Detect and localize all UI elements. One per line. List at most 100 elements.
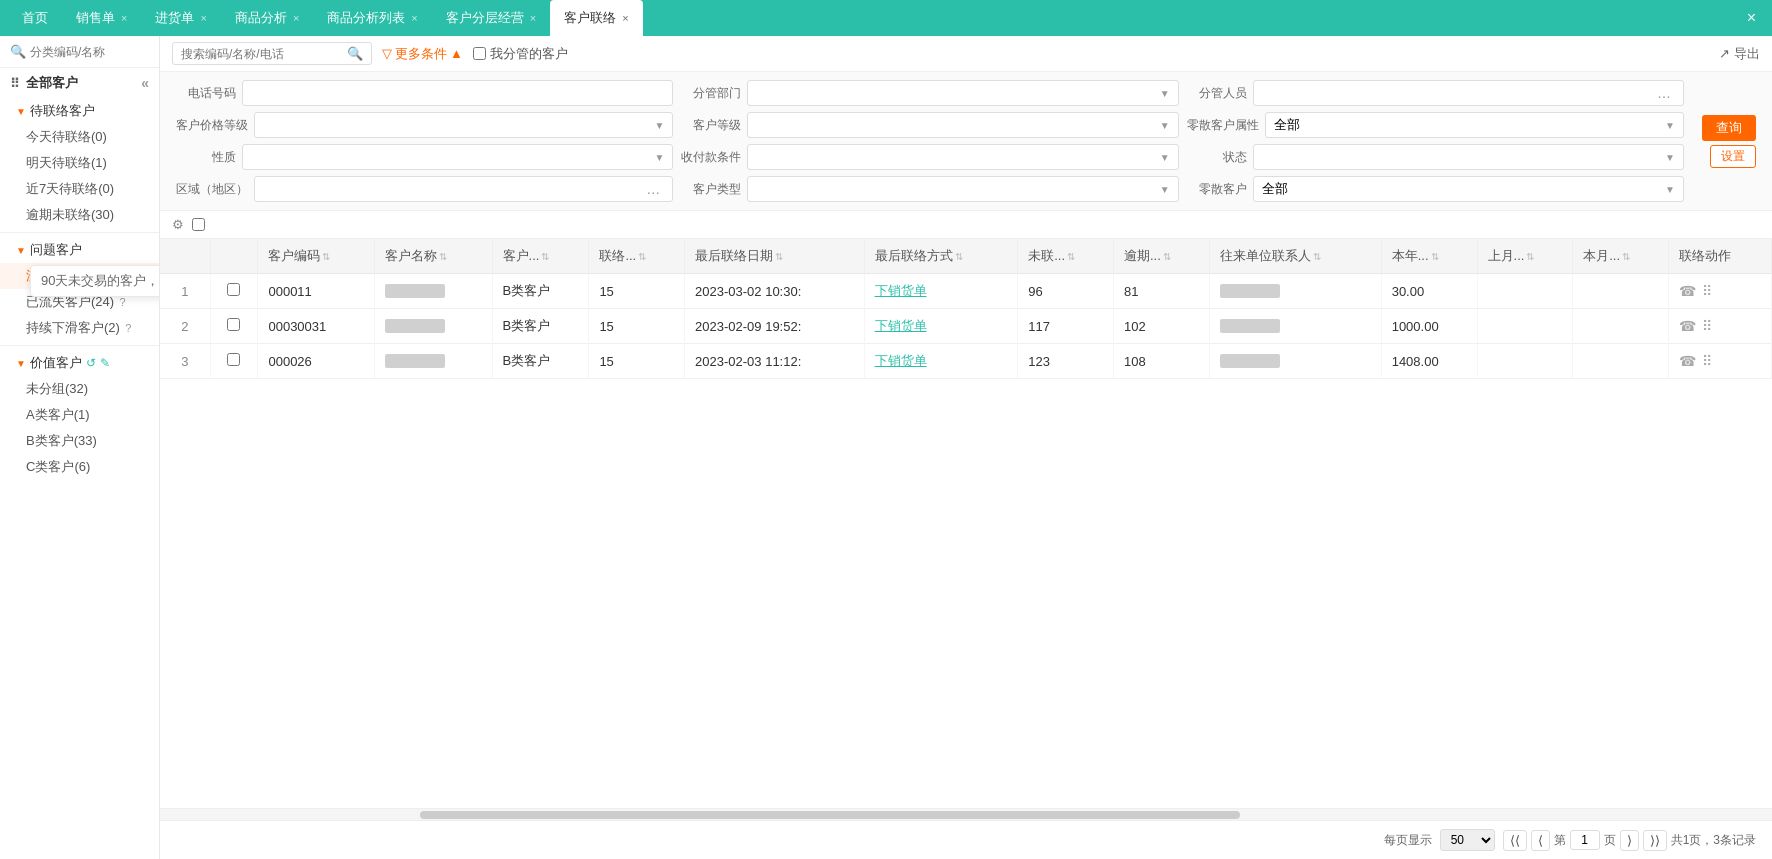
row-checkbox-0[interactable] xyxy=(227,283,240,296)
th-liaison[interactable]: 往来单位联系人⇅ xyxy=(1209,239,1381,274)
select-all-checkbox[interactable] xyxy=(192,218,205,231)
filter-region-select[interactable]: … xyxy=(254,176,673,202)
per-page-select[interactable]: 50 100 200 xyxy=(1440,829,1495,851)
filter-dept-select[interactable]: ▼ xyxy=(747,80,1178,106)
sidebar-item-overdue[interactable]: 逾期未联络(30) xyxy=(0,202,159,228)
prev-page-button[interactable]: ⟨ xyxy=(1531,830,1550,851)
close-customer-segment-tab-icon[interactable]: × xyxy=(530,12,536,24)
tab-analysis-list[interactable]: 商品分析列表 × xyxy=(313,0,431,36)
th-index xyxy=(160,239,210,274)
page-number-input[interactable] xyxy=(1570,830,1600,850)
last-page-button[interactable]: ⟩⟩ xyxy=(1643,830,1667,851)
cell-last-method-2[interactable]: 下销货单 xyxy=(864,344,1018,379)
row-checkbox-2[interactable] xyxy=(227,353,240,366)
th-last-method[interactable]: 最后联络方式⇅ xyxy=(864,239,1018,274)
filter-more-btn[interactable]: ▽ 更多条件 ▲ xyxy=(382,45,463,63)
filter-search-icon[interactable]: 🔍 xyxy=(347,46,363,61)
more-action-icon-2[interactable]: ⠿ xyxy=(1702,353,1712,369)
contact-action-icon-1[interactable]: ☎ xyxy=(1679,318,1696,334)
sidebar-collapse-icon[interactable]: « xyxy=(141,75,149,91)
my-customers-checkbox[interactable] xyxy=(473,47,486,60)
row-checkbox-1[interactable] xyxy=(227,318,240,331)
sidebar-item-class-c[interactable]: C类客户(6) xyxy=(0,454,159,480)
tab-purchase[interactable]: 进货单 × xyxy=(141,0,220,36)
filter-level-select[interactable]: ▼ xyxy=(747,112,1178,138)
filter-my-customers[interactable]: 我分管的客户 xyxy=(473,45,568,63)
close-analysis-tab-icon[interactable]: × xyxy=(293,12,299,24)
more-action-icon-0[interactable]: ⠿ xyxy=(1702,283,1712,299)
cell-check-0[interactable] xyxy=(210,274,258,309)
method-link-0[interactable]: 下销货单 xyxy=(875,283,927,298)
sidebar-group-pending[interactable]: ▼ 待联络客户 xyxy=(0,98,159,124)
tab-home[interactable]: 首页 xyxy=(8,0,62,36)
settings-gear-icon[interactable]: ⚙ xyxy=(172,217,184,232)
filter-status-select[interactable]: ▼ xyxy=(1253,144,1684,170)
sort-overdue-icon: ⇅ xyxy=(1163,251,1171,262)
sidebar-item-unclassified[interactable]: 未分组(32) xyxy=(0,376,159,402)
sidebar-item-declining[interactable]: 持续下滑客户(2) ? xyxy=(0,315,159,341)
th-current-year[interactable]: 本年...⇅ xyxy=(1381,239,1477,274)
refresh-icon[interactable]: ↺ xyxy=(86,356,96,370)
method-link-2[interactable]: 下销货单 xyxy=(875,353,927,368)
th-current-month[interactable]: 本月...⇅ xyxy=(1573,239,1669,274)
more-options-region-icon[interactable]: … xyxy=(642,181,664,197)
edit-icon[interactable]: ✎ xyxy=(100,356,110,370)
filter-phone-input[interactable] xyxy=(242,80,673,106)
close-customer-contact-tab-icon[interactable]: × xyxy=(622,12,628,24)
more-action-icon-1[interactable]: ⠿ xyxy=(1702,318,1712,334)
method-link-1[interactable]: 下销货单 xyxy=(875,318,927,333)
sidebar-group-problem[interactable]: ▼ 问题客户 xyxy=(0,237,159,263)
close-all-tabs-icon[interactable]: × xyxy=(1739,9,1764,27)
query-button[interactable]: 查询 xyxy=(1702,115,1756,141)
cell-last-date-0: 2023-03-02 10:30: xyxy=(685,274,864,309)
cell-check-2[interactable] xyxy=(210,344,258,379)
th-code[interactable]: 客户编码⇅ xyxy=(258,239,375,274)
cell-last-method-0[interactable]: 下销货单 xyxy=(864,274,1018,309)
sidebar-group-value[interactable]: ▼ 价值客户 ↺ ✎ xyxy=(0,350,159,376)
sort-contact-icon: ⇅ xyxy=(638,251,646,262)
export-button[interactable]: ↗ 导出 xyxy=(1719,45,1760,63)
cell-check-1[interactable] xyxy=(210,309,258,344)
sidebar-item-tomorrow[interactable]: 明天待联络(1) xyxy=(0,150,159,176)
th-overdue[interactable]: 逾期...⇅ xyxy=(1113,239,1209,274)
cell-last-method-1[interactable]: 下销货单 xyxy=(864,309,1018,344)
filter-gender-select[interactable]: ▼ xyxy=(242,144,673,170)
sidebar-item-class-b[interactable]: B类客户(33) xyxy=(0,428,159,454)
close-sales-tab-icon[interactable]: × xyxy=(121,12,127,24)
scrollbar-thumb[interactable] xyxy=(420,811,1240,819)
tab-customer-segment[interactable]: 客户分层经营 × xyxy=(432,0,550,36)
first-page-button[interactable]: ⟨⟨ xyxy=(1503,830,1527,851)
th-contact[interactable]: 联络...⇅ xyxy=(589,239,685,274)
th-uncontacted[interactable]: 未联...⇅ xyxy=(1018,239,1114,274)
cell-last-month-0 xyxy=(1477,274,1573,309)
tab-analysis[interactable]: 商品分析 × xyxy=(221,0,313,36)
filter-zero-customer-select[interactable]: 全部 ▼ xyxy=(1253,176,1684,202)
filter-zero-attr-select[interactable]: 全部 ▼ xyxy=(1265,112,1684,138)
next-page-button[interactable]: ⟩ xyxy=(1620,830,1639,851)
close-analysis-list-tab-icon[interactable]: × xyxy=(411,12,417,24)
th-name[interactable]: 客户名称⇅ xyxy=(375,239,492,274)
contact-action-icon-0[interactable]: ☎ xyxy=(1679,283,1696,299)
contact-action-icon-2[interactable]: ☎ xyxy=(1679,353,1696,369)
filter-customer-type-select[interactable]: ▼ xyxy=(747,176,1178,202)
sidebar-item-churn-warning[interactable]: 流失预警客户(3) ● 90天未交易的客户，可能有流失风险。 xyxy=(0,263,159,289)
horizontal-scrollbar[interactable] xyxy=(160,808,1772,820)
th-last-month[interactable]: 上月...⇅ xyxy=(1477,239,1573,274)
sidebar-item-7days[interactable]: 近7天待联络(0) xyxy=(0,176,159,202)
filter-search-input[interactable] xyxy=(181,47,347,61)
sidebar-item-today[interactable]: 今天待联络(0) xyxy=(0,124,159,150)
th-type[interactable]: 客户...⇅ xyxy=(492,239,589,274)
sidebar-search-input[interactable] xyxy=(30,45,149,59)
filter-person-select[interactable]: … xyxy=(1253,80,1684,106)
sidebar-item-class-a[interactable]: A类客户(1) xyxy=(0,402,159,428)
sidebar-root[interactable]: ⠿ 全部客户 « xyxy=(0,68,159,98)
filter-price-level-select[interactable]: ▼ xyxy=(254,112,673,138)
filter-payment-select[interactable]: ▼ xyxy=(747,144,1178,170)
th-last-date[interactable]: 最后联络日期⇅ xyxy=(685,239,864,274)
tab-customer-contact[interactable]: 客户联络 × xyxy=(550,0,642,36)
settings-button[interactable]: 设置 xyxy=(1710,145,1756,168)
more-options-icon[interactable]: … xyxy=(1653,85,1675,101)
tab-sales[interactable]: 销售单 × xyxy=(62,0,141,36)
cell-contact-2: 15 xyxy=(589,344,685,379)
close-purchase-tab-icon[interactable]: × xyxy=(200,12,206,24)
